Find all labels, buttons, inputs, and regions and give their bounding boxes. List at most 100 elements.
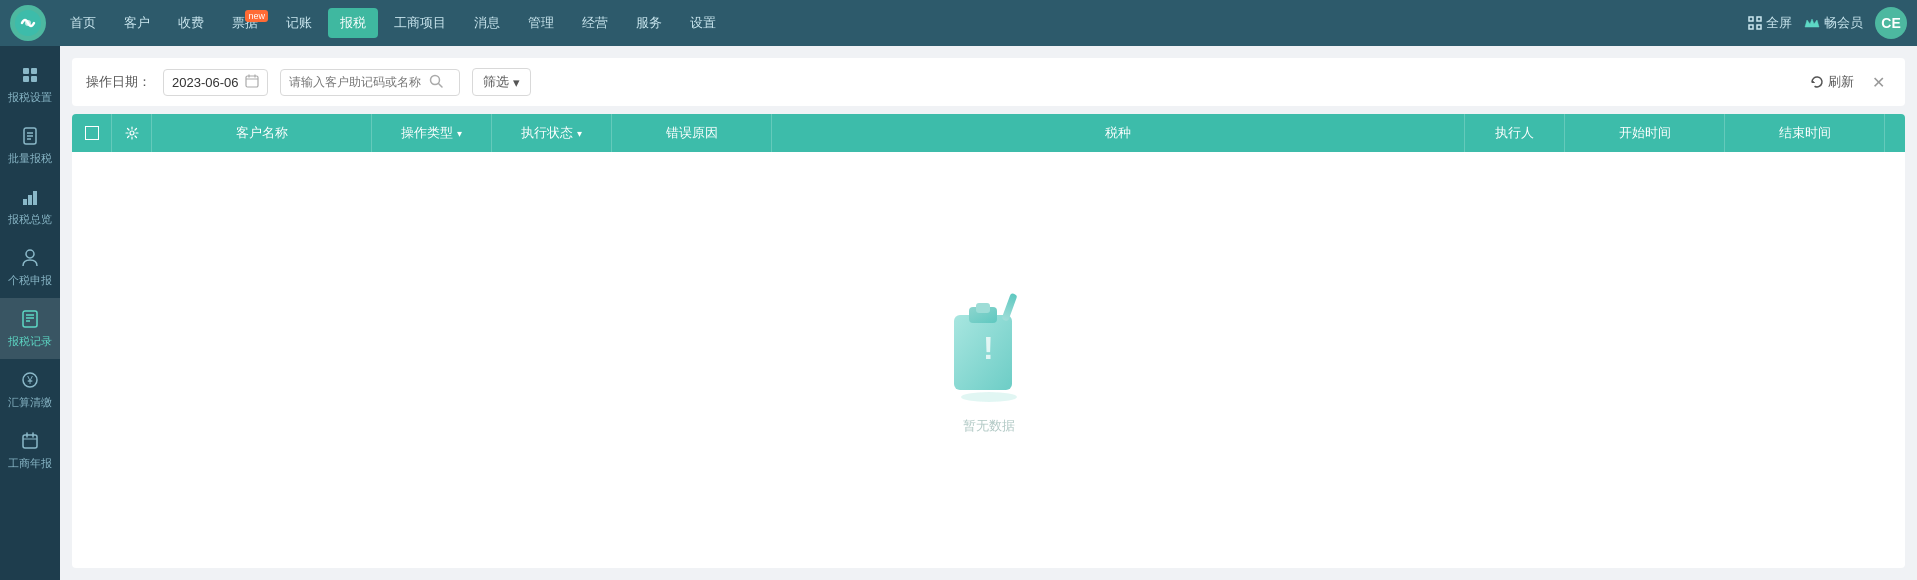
main-layout: 报税设置 批量报税 报税总览 [0, 46, 1917, 580]
sidebar: 报税设置 批量报税 报税总览 [0, 46, 60, 580]
th-end-time: 结束时间 [1725, 114, 1885, 152]
nav-industry[interactable]: 工商项目 [382, 8, 458, 38]
search-icon[interactable] [429, 74, 443, 91]
svg-point-35 [130, 131, 134, 135]
empty-state: ! [934, 285, 1044, 435]
svg-marker-34 [1812, 80, 1815, 83]
sidebar-label-settlement: 汇算清缴 [8, 395, 52, 410]
svg-rect-28 [246, 76, 258, 87]
th-executor: 执行人 [1465, 114, 1565, 152]
nav-customer[interactable]: 客户 [112, 8, 162, 38]
tax-settings-icon [19, 64, 41, 86]
date-value: 2023-06-06 [172, 75, 239, 90]
svg-text:¥: ¥ [26, 375, 33, 386]
sidebar-item-batch-tax[interactable]: 批量报税 [0, 115, 60, 176]
svg-rect-7 [31, 68, 37, 74]
sort-operation-type-icon[interactable]: ▾ [457, 128, 462, 139]
th-scroll [1885, 114, 1905, 152]
top-navigation: 首页 客户 收费 票据 new 记账 报税 工商项目 消息 管理 经营 服务 设… [0, 0, 1917, 46]
tax-overview-icon [19, 186, 41, 208]
nav-message[interactable]: 消息 [462, 8, 512, 38]
app-logo [10, 5, 46, 41]
svg-rect-6 [23, 68, 29, 74]
content-area: 操作日期： 2023-06-06 [60, 46, 1917, 580]
full-screen-label: 全屏 [1766, 14, 1792, 32]
nav-operation[interactable]: 经营 [570, 8, 620, 38]
svg-point-1 [25, 20, 31, 26]
nav-home[interactable]: 首页 [58, 8, 108, 38]
svg-rect-2 [1749, 17, 1753, 21]
new-badge: new [245, 10, 268, 22]
svg-point-36 [961, 392, 1017, 402]
table-container: 客户名称 操作类型 ▾ 执行状态 ▾ 错误原因 税种 执行人 开始时间 结束时间 [72, 114, 1905, 568]
th-tax-type: 税种 [772, 114, 1465, 152]
date-label: 操作日期： [86, 73, 151, 91]
calendar-icon [245, 74, 259, 91]
nav-service[interactable]: 服务 [624, 8, 674, 38]
svg-line-33 [438, 83, 442, 87]
svg-rect-41 [1001, 293, 1017, 322]
svg-rect-4 [1749, 25, 1753, 29]
filter-chevron-icon: ▾ [513, 75, 520, 90]
table-body-empty: ! [72, 152, 1905, 568]
annual-report-icon [19, 430, 41, 452]
top-nav-right: 全屏 畅会员 CE [1748, 7, 1907, 39]
batch-tax-icon [19, 125, 41, 147]
date-picker[interactable]: 2023-06-06 [163, 69, 268, 96]
th-exec-status: 执行状态 ▾ [492, 114, 612, 152]
th-start-time: 开始时间 [1565, 114, 1725, 152]
nav-collection[interactable]: 收费 [166, 8, 216, 38]
avatar[interactable]: CE [1875, 7, 1907, 39]
svg-rect-24 [23, 435, 37, 448]
header-checkbox[interactable] [85, 126, 99, 140]
sidebar-item-personal-tax[interactable]: 个税申报 [0, 237, 60, 298]
sidebar-label-personal-tax: 个税申报 [8, 273, 52, 288]
th-error-reason: 错误原因 [612, 114, 772, 152]
refresh-label: 刷新 [1828, 73, 1854, 91]
sidebar-item-settlement[interactable]: ¥ 汇算清缴 [0, 359, 60, 420]
nav-manage[interactable]: 管理 [516, 8, 566, 38]
sidebar-label-tax-record: 报税记录 [8, 334, 52, 349]
toolbar: 操作日期： 2023-06-06 [72, 58, 1905, 106]
svg-rect-3 [1757, 17, 1761, 21]
svg-text:!: ! [983, 330, 994, 366]
th-operation-type: 操作类型 ▾ [372, 114, 492, 152]
vip-label: 畅会员 [1824, 14, 1863, 32]
sidebar-label-annual-report: 工商年报 [8, 456, 52, 471]
close-button[interactable]: ✕ [1866, 71, 1891, 94]
refresh-button[interactable]: 刷新 [1810, 73, 1854, 91]
full-screen-btn[interactable]: 全屏 [1748, 14, 1792, 32]
sort-exec-status-icon[interactable]: ▾ [577, 128, 582, 139]
sidebar-item-tax-record[interactable]: 报税记录 [0, 298, 60, 359]
th-customer-name: 客户名称 [152, 114, 372, 152]
nav-tax[interactable]: 报税 [328, 8, 378, 38]
tax-record-icon [19, 308, 41, 330]
filter-button[interactable]: 筛选 ▾ [472, 68, 531, 96]
empty-text: 暂无数据 [963, 417, 1015, 435]
sidebar-item-tax-settings[interactable]: 报税设置 [0, 54, 60, 115]
svg-rect-39 [976, 303, 990, 313]
filter-label: 筛选 [483, 73, 509, 91]
vip-btn[interactable]: 畅会员 [1804, 14, 1863, 32]
nav-menu: 首页 客户 收费 票据 new 记账 报税 工商项目 消息 管理 经营 服务 设… [58, 8, 1748, 38]
sidebar-item-tax-overview[interactable]: 报税总览 [0, 176, 60, 237]
sidebar-item-annual-report[interactable]: 工商年报 [0, 420, 60, 481]
svg-rect-9 [31, 76, 37, 82]
th-checkbox[interactable] [72, 114, 112, 152]
nav-invoice[interactable]: 票据 new [220, 8, 270, 38]
svg-rect-18 [23, 311, 37, 327]
nav-settings[interactable]: 设置 [678, 8, 728, 38]
nav-account[interactable]: 记账 [274, 8, 324, 38]
svg-rect-8 [23, 76, 29, 82]
sidebar-label-batch-tax: 批量报税 [8, 151, 52, 166]
svg-rect-14 [23, 199, 27, 205]
empty-illustration: ! [934, 285, 1044, 405]
search-input[interactable] [289, 75, 429, 89]
settlement-icon: ¥ [19, 369, 41, 391]
sidebar-label-tax-overview: 报税总览 [8, 212, 52, 227]
th-settings [112, 114, 152, 152]
svg-rect-16 [33, 191, 37, 205]
sidebar-label-tax-settings: 报税设置 [8, 90, 52, 105]
svg-rect-15 [28, 195, 32, 205]
search-box [280, 69, 460, 96]
